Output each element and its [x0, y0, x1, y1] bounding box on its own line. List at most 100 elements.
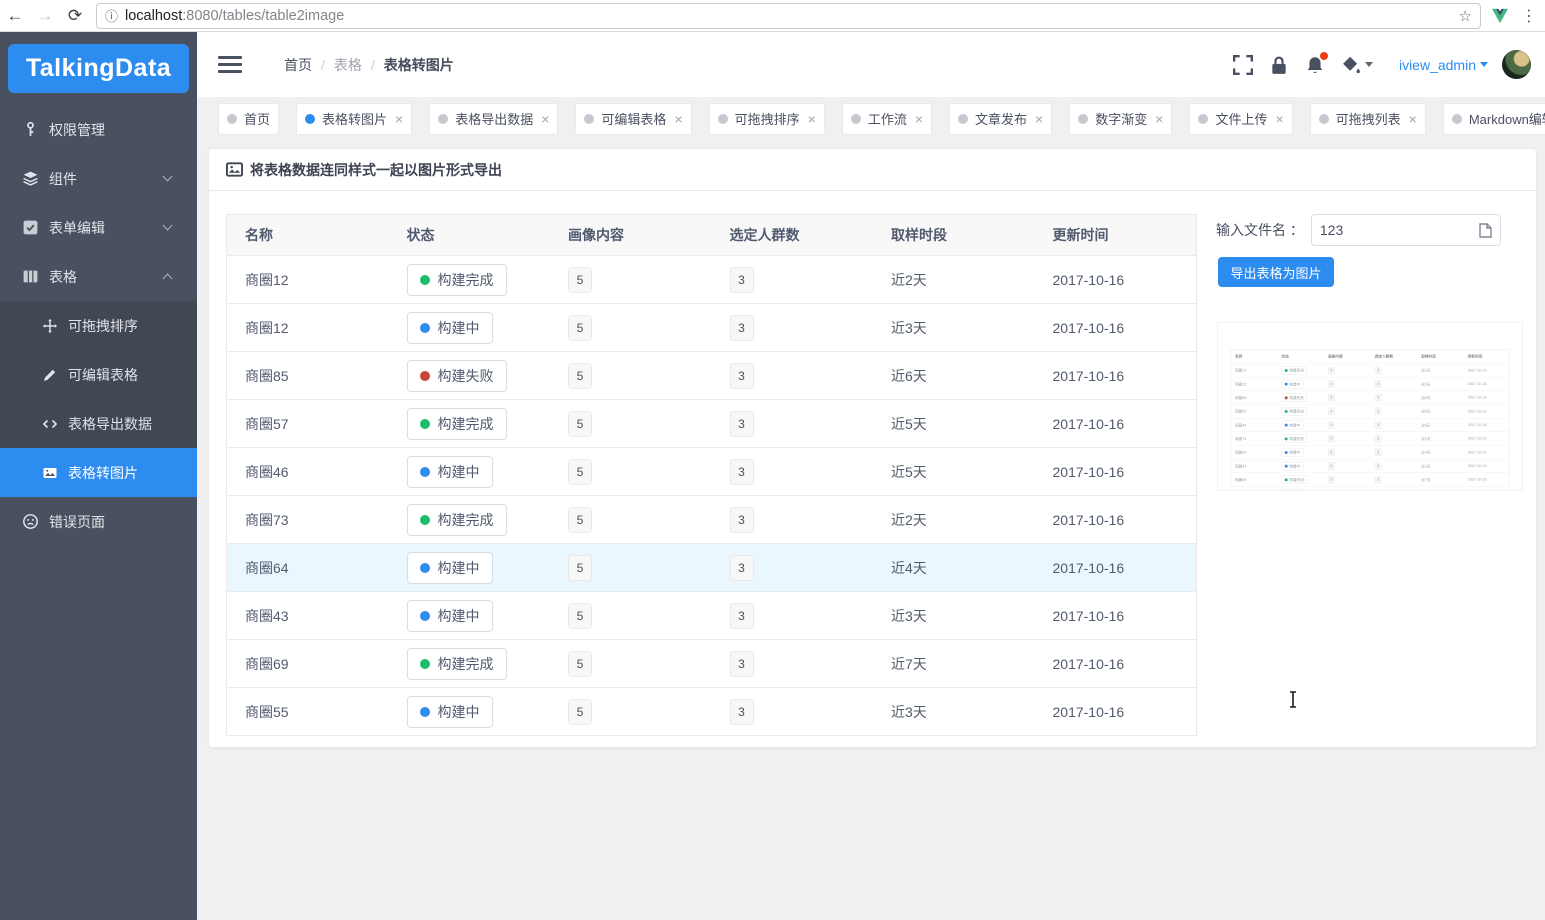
- filename-input[interactable]: [1319, 222, 1470, 238]
- tab-close-icon[interactable]: ×: [541, 112, 549, 126]
- cell-status: 构建中: [389, 599, 551, 632]
- sidebar-item-表单编辑[interactable]: 表单编辑: [0, 203, 197, 252]
- table-row[interactable]: 商圈69 构建完成 5 3 近7天 2017-10-16: [227, 639, 1196, 687]
- url-path: :8080/tables/table2image: [182, 7, 345, 24]
- cell-name: 商圈57: [245, 415, 289, 432]
- tab-close-icon[interactable]: ×: [1035, 112, 1043, 126]
- browser-back-button[interactable]: ←: [0, 6, 30, 26]
- status-label: 构建失败: [437, 367, 494, 384]
- export-table-button[interactable]: 导出表格为图片: [1218, 257, 1334, 287]
- breadcrumb-separator: /: [370, 56, 375, 73]
- preview-status-badge: 构建完成: [1281, 475, 1307, 484]
- breadcrumb-item[interactable]: 表格: [334, 55, 362, 75]
- crowd-count-tag: 3: [729, 266, 754, 293]
- tab-label: 表格转图片: [322, 112, 388, 127]
- sidebar-item-表格[interactable]: 表格: [0, 252, 197, 301]
- tab-数字渐变[interactable]: 数字渐变 ×: [1069, 102, 1173, 135]
- tab-首页[interactable]: 首页: [218, 102, 280, 135]
- sidebar-item-权限管理[interactable]: 权限管理: [0, 105, 197, 154]
- tab-可拖拽排序[interactable]: 可拖拽排序 ×: [708, 102, 825, 135]
- tab-close-icon[interactable]: ×: [1155, 112, 1163, 126]
- table-row[interactable]: 商圈12 构建完成 5 3 近2天 2017-10-16: [227, 255, 1196, 303]
- tab-close-icon[interactable]: ×: [808, 112, 816, 126]
- tab-表格导出数据[interactable]: 表格导出数据 ×: [429, 102, 559, 135]
- cell-crowd: 3: [712, 698, 874, 725]
- tab-close-icon[interactable]: ×: [395, 112, 403, 126]
- cell-status: 构建完成: [389, 407, 551, 440]
- cell-crowd: 3: [712, 362, 874, 389]
- tab-文件上传[interactable]: 文件上传 ×: [1189, 102, 1293, 135]
- tab-可拖拽列表[interactable]: 可拖拽列表 ×: [1309, 102, 1426, 135]
- sidebar-toggle-icon[interactable]: [218, 52, 242, 77]
- cell-status: 构建失败: [389, 359, 551, 392]
- cell-portrait: 5: [550, 506, 712, 533]
- cell-period: 近4天: [891, 559, 927, 576]
- tab-文章发布[interactable]: 文章发布 ×: [949, 102, 1053, 135]
- move-icon: [42, 318, 58, 334]
- app-logo[interactable]: TalkingData: [8, 44, 189, 93]
- user-menu[interactable]: iview_admin: [1399, 57, 1488, 73]
- tab-label: 可拖拽列表: [1335, 112, 1401, 127]
- fullscreen-icon[interactable]: [1232, 54, 1254, 75]
- table-row[interactable]: 商圈12 构建中 5 3 近3天 2017-10-16: [227, 303, 1196, 351]
- tab-close-icon[interactable]: ×: [1275, 112, 1283, 126]
- browser-menu-icon[interactable]: ⋮: [1519, 6, 1539, 26]
- tab-status-dot: [305, 113, 316, 124]
- notifications-bell-icon[interactable]: [1305, 51, 1328, 75]
- preview-status-dot: [1284, 409, 1288, 413]
- cell-crowd: 3: [712, 266, 874, 293]
- sidebar-item-label: 表格转图片: [68, 464, 138, 481]
- tab-可编辑表格[interactable]: 可编辑表格 ×: [575, 102, 692, 135]
- table-row[interactable]: 商圈64 构建中 5 3 近4天 2017-10-16: [227, 543, 1196, 591]
- browser-forward-button[interactable]: →: [30, 6, 60, 26]
- table-row[interactable]: 商圈46 构建中 5 3 近5天 2017-10-16: [227, 447, 1196, 495]
- chevron-down-icon: [162, 171, 173, 182]
- table-row[interactable]: 商圈57 构建完成 5 3 近5天 2017-10-16: [227, 399, 1196, 447]
- sidebar-item-错误页面[interactable]: 错误页面: [0, 497, 197, 546]
- preview-column-header: 状态: [1281, 354, 1289, 359]
- page-info-icon[interactable]: ⓘ: [105, 6, 118, 25]
- cell-period: 近3天: [891, 703, 927, 720]
- tab-close-icon[interactable]: ×: [1409, 112, 1417, 126]
- browser-url-bar[interactable]: ⓘ localhost :8080/tables/table2image ☆: [96, 2, 1481, 29]
- table-row[interactable]: 商圈55 构建中 5 3 近3天 2017-10-16: [227, 687, 1196, 735]
- sidebar-item-可拖拽排序[interactable]: 可拖拽排序: [0, 301, 197, 350]
- cell-portrait: 5: [550, 410, 712, 437]
- table-row[interactable]: 商圈85 构建失败 5 3 近6天 2017-10-16: [227, 351, 1196, 399]
- tab-close-icon[interactable]: ×: [915, 112, 923, 126]
- sidebar-item-表格导出数据[interactable]: 表格导出数据: [0, 399, 197, 448]
- status-badge: 构建失败: [406, 359, 507, 392]
- url-host: localhost: [125, 7, 183, 24]
- tab-label: 文件上传: [1215, 112, 1268, 127]
- tab-工作流[interactable]: 工作流 ×: [841, 102, 933, 135]
- cell-portrait: 5: [550, 266, 712, 293]
- status-badge: 构建中: [406, 455, 493, 488]
- theme-switch[interactable]: [1341, 55, 1373, 75]
- browser-reload-button[interactable]: ⟳: [60, 6, 90, 26]
- preview-status-badge: 构建完成: [1281, 406, 1307, 416]
- bookmark-star-icon[interactable]: ☆: [1459, 7, 1472, 25]
- cell-updated: 2017-10-16: [1052, 463, 1125, 480]
- breadcrumb-item[interactable]: 首页: [284, 55, 312, 75]
- cell-crowd: 3: [712, 554, 874, 581]
- crowd-count-tag: 3: [729, 554, 754, 581]
- cell-portrait: 5: [550, 602, 712, 629]
- export-preview-image: 名称 状态 画像内容 选定人群数 取样时段 更新时间 商圈12 构建完成 5 3 近2天 2017-…: [1218, 323, 1522, 490]
- sidebar-item-可编辑表格[interactable]: 可编辑表格: [0, 350, 197, 399]
- cell-period: 近3天: [891, 319, 927, 336]
- vue-devtools-icon[interactable]: [1491, 8, 1509, 24]
- status-label: 构建中: [437, 703, 480, 720]
- header-actions: iview_admin: [1217, 50, 1531, 79]
- avatar[interactable]: [1502, 50, 1531, 79]
- lock-icon[interactable]: [1269, 55, 1289, 75]
- status-label: 构建完成: [437, 415, 494, 432]
- tab-Markdown编辑器[interactable]: Markdown编辑器×: [1442, 102, 1545, 135]
- sidebar-item-表格转图片[interactable]: 表格转图片: [0, 448, 197, 497]
- tab-表格转图片[interactable]: 表格转图片 ×: [296, 102, 413, 135]
- status-label: 构建中: [437, 607, 480, 624]
- table-row[interactable]: 商圈43 构建中 5 3 近3天 2017-10-16: [227, 591, 1196, 639]
- tab-close-icon[interactable]: ×: [674, 112, 682, 126]
- browser-chrome: ← → ⟳ ⓘ localhost :8080/tables/table2ima…: [0, 0, 1545, 32]
- table-row[interactable]: 商圈73 构建完成 5 3 近2天 2017-10-16: [227, 495, 1196, 543]
- sidebar-item-组件[interactable]: 组件: [0, 154, 197, 203]
